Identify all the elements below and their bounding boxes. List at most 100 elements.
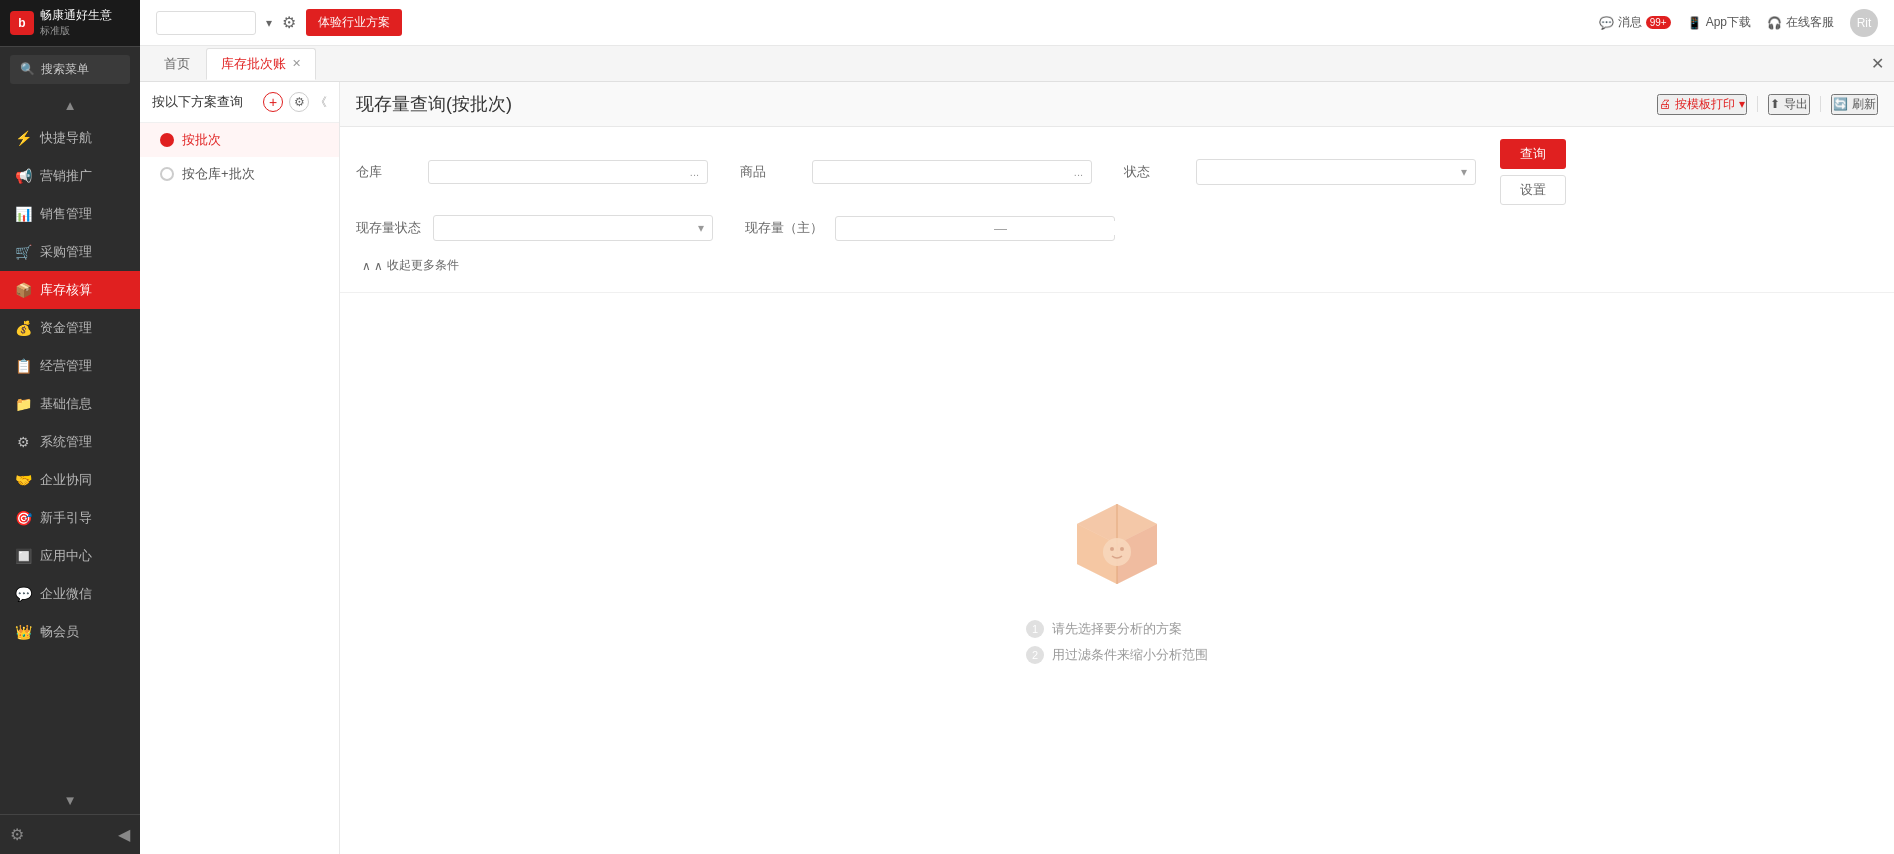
app-info: 畅康通好生意 标准版 bbox=[40, 8, 112, 38]
filter-row-1: 仓库 ... 商品 ... 状态 ▾ bbox=[356, 139, 1878, 205]
sidebar-footer: ⚙ ◀ bbox=[0, 814, 140, 854]
app-center-icon: 🔲 bbox=[14, 547, 32, 565]
product-label: 商品 bbox=[740, 163, 800, 181]
sidebar-item-purchase[interactable]: 🛒 采购管理 bbox=[0, 233, 140, 271]
scroll-down-button[interactable]: ▼ bbox=[59, 789, 80, 812]
scheme-dot-active bbox=[160, 133, 174, 147]
sidebar-item-sales[interactable]: 📊 销售管理 bbox=[0, 195, 140, 233]
inventory-qty-to[interactable] bbox=[1007, 221, 1157, 235]
collapse-icon: ∧ ∧ bbox=[362, 259, 383, 273]
warehouse-input[interactable]: ... bbox=[428, 160, 708, 184]
basic-icon: 📁 bbox=[14, 395, 32, 413]
sidebar-item-inventory[interactable]: 📦 库存核算 bbox=[0, 271, 140, 309]
page-area: 现存量查询(按批次) 🖨 按模板打印 ▾ ⬆ 导出 🔄 bbox=[340, 82, 1894, 854]
svg-point-6 bbox=[1103, 538, 1131, 566]
warehouse-label: 仓库 bbox=[356, 163, 416, 181]
product-input[interactable]: ... bbox=[812, 160, 1092, 184]
tabs-close-all-button[interactable]: ✕ bbox=[1871, 54, 1884, 73]
enterprise-icon: 🤝 bbox=[14, 471, 32, 489]
footer-settings-button[interactable]: ⚙ bbox=[10, 825, 24, 844]
inventory-qty-label: 现存量（主） bbox=[745, 219, 823, 237]
inventory-qty-from[interactable] bbox=[844, 221, 994, 235]
scheme-settings-button[interactable]: ⚙ bbox=[289, 92, 309, 112]
status-label: 状态 bbox=[1124, 163, 1184, 181]
warehouse-more-icon[interactable]: ... bbox=[690, 166, 699, 178]
print-button[interactable]: 🖨 按模板打印 ▾ bbox=[1657, 94, 1747, 115]
topbar-settings-button[interactable]: ⚙ bbox=[282, 13, 296, 32]
user-avatar-action[interactable]: Rit bbox=[1850, 9, 1878, 37]
topbar-dropdown-button[interactable]: ▾ bbox=[266, 16, 272, 30]
sidebar-item-enterprise-wechat[interactable]: 💬 企业微信 bbox=[0, 575, 140, 613]
topbar: ▾ ⚙ 体验行业方案 💬 消息 99+ 📱 App下载 🎧 在线客服 Rit bbox=[140, 0, 1894, 46]
tab-close-icon[interactable]: ✕ bbox=[292, 58, 301, 69]
scheme-add-button[interactable]: + bbox=[263, 92, 283, 112]
inventory-status-select[interactable]: ▾ bbox=[433, 215, 713, 241]
sidebar-item-finance[interactable]: 💰 资金管理 bbox=[0, 309, 140, 347]
product-more-icon[interactable]: ... bbox=[1074, 166, 1083, 178]
export-button[interactable]: ⬆ 导出 bbox=[1768, 94, 1810, 115]
user-avatar: Rit bbox=[1850, 9, 1878, 37]
member-icon: 👑 bbox=[14, 623, 32, 641]
sidebar-item-newbie[interactable]: 🎯 新手引导 bbox=[0, 499, 140, 537]
topbar-search-input[interactable] bbox=[156, 11, 256, 35]
sidebar-item-quick-nav[interactable]: ⚡ 快捷导航 bbox=[0, 119, 140, 157]
search-menu-button[interactable]: 🔍 搜索菜单 bbox=[10, 55, 130, 84]
topbar-actions: 💬 消息 99+ 📱 App下载 🎧 在线客服 Rit bbox=[1599, 9, 1878, 37]
scheme-item-by-warehouse-batch[interactable]: 按仓库+批次 bbox=[140, 157, 339, 191]
scheme-header-actions: + ⚙ 《 bbox=[263, 92, 327, 112]
tab-home[interactable]: 首页 bbox=[150, 49, 204, 79]
industry-btn[interactable]: 体验行业方案 bbox=[306, 9, 402, 36]
page-header: 现存量查询(按批次) 🖨 按模板打印 ▾ ⬆ 导出 🔄 bbox=[340, 82, 1894, 127]
scheme-panel: 按以下方案查询 + ⚙ 《 按批次 按仓库+批次 bbox=[140, 82, 340, 854]
divider-1 bbox=[1757, 96, 1758, 112]
sidebar-item-app-center[interactable]: 🔲 应用中心 bbox=[0, 537, 140, 575]
app-name: 畅康通好生意 bbox=[40, 8, 112, 24]
svg-point-8 bbox=[1120, 547, 1124, 551]
sidebar-item-member[interactable]: 👑 畅会员 bbox=[0, 613, 140, 651]
online-service-action[interactable]: 🎧 在线客服 bbox=[1767, 14, 1834, 31]
hint-num-1: 1 bbox=[1026, 620, 1044, 638]
messages-action[interactable]: 💬 消息 99+ bbox=[1599, 14, 1671, 31]
app-download-action[interactable]: 📱 App下载 bbox=[1687, 14, 1751, 31]
system-icon: ⚙ bbox=[14, 433, 32, 451]
refresh-icon: 🔄 bbox=[1833, 97, 1848, 111]
inventory-icon: 📦 bbox=[14, 281, 32, 299]
page-title: 现存量查询(按批次) bbox=[356, 92, 512, 116]
app-logo: b bbox=[10, 11, 34, 35]
sidebar: b 畅康通好生意 标准版 🔍 搜索菜单 ▲ ⚡ 快捷导航 📢 营销推广 📊 销售… bbox=[0, 0, 140, 854]
sidebar-item-system[interactable]: ⚙ 系统管理 bbox=[0, 423, 140, 461]
empty-hints: 1 请先选择要分析的方案 2 用过滤条件来缩小分析范围 bbox=[1026, 620, 1208, 664]
sidebar-item-basic[interactable]: 📁 基础信息 bbox=[0, 385, 140, 423]
svg-point-7 bbox=[1110, 547, 1114, 551]
inventory-qty-range: — bbox=[835, 216, 1115, 241]
sidebar-item-operations[interactable]: 📋 经营管理 bbox=[0, 347, 140, 385]
operations-icon: 📋 bbox=[14, 357, 32, 375]
query-button[interactable]: 查询 bbox=[1500, 139, 1566, 169]
collapse-filter-button[interactable]: ∧ ∧ 收起更多条件 bbox=[356, 251, 1878, 280]
purchase-icon: 🛒 bbox=[14, 243, 32, 261]
sidebar-nav: ⚡ 快捷导航 📢 营销推广 📊 销售管理 🛒 采购管理 📦 库存核算 💰 资金管… bbox=[0, 119, 140, 787]
sidebar-item-marketing[interactable]: 📢 营销推广 bbox=[0, 157, 140, 195]
filter-settings-button[interactable]: 设置 bbox=[1500, 175, 1566, 205]
scheme-item-by-batch[interactable]: 按批次 bbox=[140, 123, 339, 157]
scheme-panel-header: 按以下方案查询 + ⚙ 《 bbox=[140, 82, 339, 123]
filter-row-2: 现存量状态 ▾ 现存量（主） — bbox=[356, 215, 1878, 241]
app-version: 标准版 bbox=[40, 24, 112, 38]
sidebar-item-enterprise[interactable]: 🤝 企业协同 bbox=[0, 461, 140, 499]
tab-batch-account[interactable]: 库存批次账 ✕ bbox=[206, 48, 316, 80]
status-dropdown-icon: ▾ bbox=[1461, 165, 1467, 179]
content-area: 按以下方案查询 + ⚙ 《 按批次 按仓库+批次 现存量查询(按批次) bbox=[140, 82, 1894, 854]
sidebar-search-area: 🔍 搜索菜单 bbox=[0, 47, 140, 92]
quick-nav-icon: ⚡ bbox=[14, 129, 32, 147]
status-select[interactable]: ▾ bbox=[1196, 159, 1476, 185]
scroll-up-button[interactable]: ▲ bbox=[59, 94, 80, 117]
inventory-status-label: 现存量状态 bbox=[356, 219, 421, 237]
tabs-bar: 首页 库存批次账 ✕ ✕ bbox=[140, 46, 1894, 82]
footer-collapse-button[interactable]: ◀ bbox=[118, 825, 130, 844]
search-icon: 🔍 bbox=[20, 62, 35, 76]
scheme-collapse-button[interactable]: 《 bbox=[315, 94, 327, 111]
export-icon: ⬆ bbox=[1770, 97, 1780, 111]
filter-area: 仓库 ... 商品 ... 状态 ▾ bbox=[340, 127, 1894, 293]
refresh-button[interactable]: 🔄 刷新 bbox=[1831, 94, 1878, 115]
scheme-header-label: 按以下方案查询 bbox=[152, 93, 243, 111]
